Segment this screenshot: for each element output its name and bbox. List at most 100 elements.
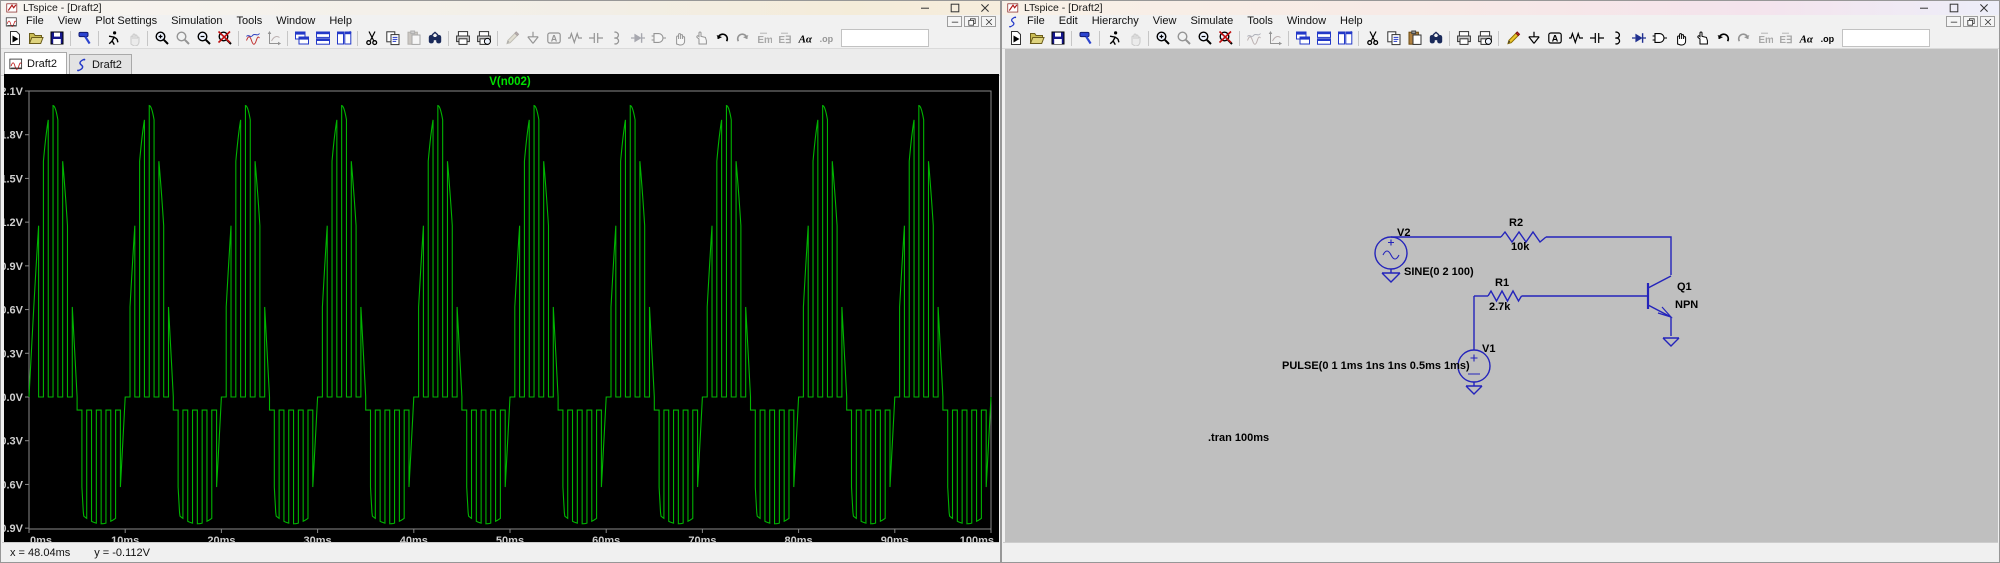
- cut-button[interactable]: [361, 29, 382, 48]
- close-button[interactable]: [970, 1, 1000, 15]
- text-tool-button[interactable]: [795, 29, 816, 48]
- component-ref-R1[interactable]: R1: [1495, 277, 1509, 289]
- close-button[interactable]: [1969, 1, 1999, 15]
- open-file-button[interactable]: [1026, 29, 1047, 48]
- spice-directive-button[interactable]: [1817, 29, 1838, 48]
- drag-hand-button[interactable]: [1691, 29, 1712, 48]
- menu-simulate[interactable]: Simulate: [1183, 15, 1240, 28]
- zoom-full-button[interactable]: [214, 29, 235, 48]
- print-button[interactable]: [452, 29, 473, 48]
- mdi-minimize-button[interactable]: [1946, 16, 1961, 27]
- component-value-R1[interactable]: 2.7k: [1489, 301, 1511, 313]
- component-value-V2[interactable]: SINE(0 2 100): [1404, 266, 1474, 278]
- component-value-R2[interactable]: 10k: [1511, 241, 1530, 253]
- save-button[interactable]: [46, 29, 67, 48]
- maximize-button[interactable]: [1939, 1, 1969, 15]
- resistor-button[interactable]: [1565, 29, 1586, 48]
- mdi-restore-button[interactable]: [964, 16, 979, 27]
- run-button[interactable]: [1103, 29, 1124, 48]
- new-file-button[interactable]: [4, 29, 25, 48]
- component-ref-R2[interactable]: R2: [1509, 217, 1523, 229]
- copy-button[interactable]: [382, 29, 403, 48]
- cascade-windows-button[interactable]: [1292, 29, 1313, 48]
- resistor-R1-body[interactable]: [1487, 289, 1523, 303]
- component-ref-V1[interactable]: V1: [1482, 343, 1495, 355]
- tile-horizontal-button[interactable]: [312, 29, 333, 48]
- title-bar[interactable]: LTspice - [Draft2]: [1002, 1, 1999, 15]
- component-gate-button[interactable]: [1649, 29, 1670, 48]
- mdi-restore-button[interactable]: [1963, 16, 1978, 27]
- tab-plot-draft2[interactable]: Draft2: [4, 52, 67, 75]
- zoom-in-button[interactable]: [1152, 29, 1173, 48]
- move-hand-button[interactable]: [1670, 29, 1691, 48]
- schematic-canvas-pane[interactable]: V2 SINE(0 2 100) R2 10k R1 2.7k Q1 NPN V…: [1005, 49, 1998, 546]
- capacitor-button[interactable]: [1586, 29, 1607, 48]
- menu-file[interactable]: File: [1020, 15, 1052, 28]
- text-tool-button[interactable]: [1796, 29, 1817, 48]
- zoom-out-button[interactable]: [193, 29, 214, 48]
- open-file-button[interactable]: [25, 29, 46, 48]
- cascade-windows-button[interactable]: [291, 29, 312, 48]
- undo-button[interactable]: [1712, 29, 1733, 48]
- minimize-button[interactable]: [1909, 1, 1939, 15]
- control-panel-button[interactable]: [74, 29, 95, 48]
- component-ref-V2[interactable]: V2: [1397, 227, 1410, 239]
- minimize-button[interactable]: [910, 1, 940, 15]
- mdi-close-button[interactable]: [981, 16, 996, 27]
- zoom-full-button[interactable]: [1215, 29, 1236, 48]
- inductor-button[interactable]: [1607, 29, 1628, 48]
- tile-vertical-button[interactable]: [333, 29, 354, 48]
- menu-file[interactable]: File: [19, 15, 51, 28]
- component-value-V1[interactable]: PULSE(0 1 1ms 1ns 1ns 0.5ms 1ms): [1282, 360, 1470, 372]
- component-value-Q1[interactable]: NPN: [1675, 299, 1698, 311]
- title-bar[interactable]: LTspice - [Draft2]: [1, 1, 1000, 15]
- paste-button[interactable]: [1404, 29, 1425, 48]
- menu-help[interactable]: Help: [322, 15, 359, 28]
- find-button[interactable]: [424, 29, 445, 48]
- zoom-out-button[interactable]: [1194, 29, 1215, 48]
- menu-tools[interactable]: Tools: [1240, 15, 1280, 28]
- print-preview-button[interactable]: [473, 29, 494, 48]
- trace-title[interactable]: V(n002): [489, 76, 531, 88]
- plot-settings-button[interactable]: [242, 29, 263, 48]
- save-button[interactable]: [1047, 29, 1068, 48]
- diode-button[interactable]: [1628, 29, 1649, 48]
- waveform-plot-pane[interactable]: V(n002) 2.1V 1.8V 1.5V 1.2V 0.9V 0.6V 0.3V 0.0V…: [4, 74, 999, 544]
- active-document-icon[interactable]: [1005, 16, 1020, 28]
- menu-window[interactable]: Window: [1280, 15, 1333, 28]
- find-button[interactable]: [1425, 29, 1446, 48]
- voltage-source-V2[interactable]: [1374, 236, 1408, 283]
- spice-directive-text[interactable]: .tran 100ms: [1208, 432, 1269, 444]
- print-preview-button[interactable]: [1474, 29, 1495, 48]
- zoom-in-button[interactable]: [151, 29, 172, 48]
- mdi-minimize-button[interactable]: [947, 16, 962, 27]
- menu-hierarchy[interactable]: Hierarchy: [1085, 15, 1146, 28]
- menu-view[interactable]: View: [51, 15, 89, 28]
- menu-simulation[interactable]: Simulation: [164, 15, 229, 28]
- tile-horizontal-button[interactable]: [1313, 29, 1334, 48]
- active-document-icon[interactable]: [4, 16, 19, 28]
- menu-edit[interactable]: Edit: [1052, 15, 1085, 28]
- tab-schematic-draft2[interactable]: Draft2: [68, 54, 132, 75]
- voltage-source-V1[interactable]: [1457, 349, 1491, 395]
- run-button[interactable]: [102, 29, 123, 48]
- mdi-close-button[interactable]: [1980, 16, 1995, 27]
- menu-tools[interactable]: Tools: [230, 15, 270, 28]
- waveform-plot-canvas[interactable]: V(n002) 2.1V 1.8V 1.5V 1.2V 0.9V 0.6V 0.3V 0.0V…: [4, 74, 999, 544]
- ground-button[interactable]: [1523, 29, 1544, 48]
- copy-button[interactable]: [1383, 29, 1404, 48]
- new-file-button[interactable]: [1005, 29, 1026, 48]
- tile-vertical-button[interactable]: [1334, 29, 1355, 48]
- print-button[interactable]: [1453, 29, 1474, 48]
- menu-window[interactable]: Window: [269, 15, 322, 28]
- component-ref-Q1[interactable]: Q1: [1677, 281, 1692, 293]
- schematic-canvas[interactable]: V2 SINE(0 2 100) R2 10k R1 2.7k Q1 NPN V…: [1005, 49, 1998, 546]
- cut-button[interactable]: [1362, 29, 1383, 48]
- control-panel-button[interactable]: [1075, 29, 1096, 48]
- draw-pencil-button[interactable]: [1502, 29, 1523, 48]
- transistor-Q1[interactable]: [1646, 275, 1680, 347]
- net-label-button[interactable]: [1544, 29, 1565, 48]
- menu-help[interactable]: Help: [1333, 15, 1370, 28]
- menu-view[interactable]: View: [1146, 15, 1184, 28]
- menu-plot-settings[interactable]: Plot Settings: [88, 15, 164, 28]
